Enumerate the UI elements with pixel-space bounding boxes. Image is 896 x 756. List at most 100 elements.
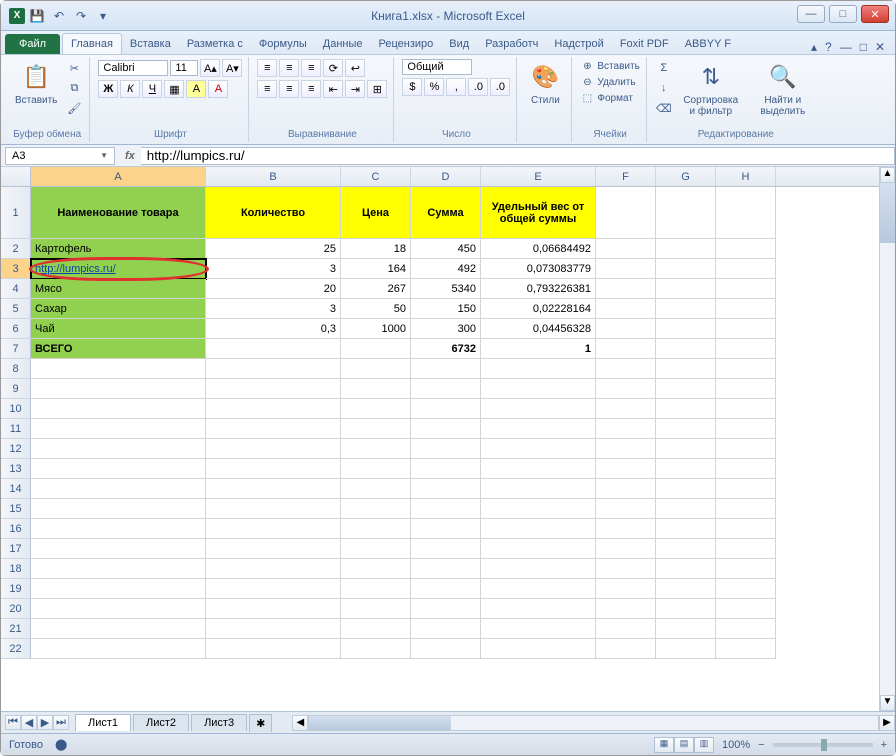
tab-layout[interactable]: Разметка с bbox=[179, 34, 251, 54]
cell[interactable] bbox=[596, 619, 656, 639]
cell[interactable] bbox=[596, 539, 656, 559]
horizontal-scrollbar[interactable]: ◀ ▶ bbox=[292, 715, 895, 731]
cell[interactable] bbox=[481, 539, 596, 559]
row-header[interactable]: 1 bbox=[1, 187, 31, 239]
cell[interactable] bbox=[716, 419, 776, 439]
sheet-next-button[interactable]: ▶ bbox=[37, 715, 53, 730]
cell[interactable] bbox=[596, 419, 656, 439]
cell[interactable] bbox=[656, 399, 716, 419]
insert-cells-button[interactable]: ⊕Вставить bbox=[580, 59, 639, 73]
sort-filter-button[interactable]: ⇅ Сортировка и фильтр bbox=[677, 59, 745, 119]
cell[interactable] bbox=[716, 519, 776, 539]
cell[interactable] bbox=[341, 419, 411, 439]
wrap-text-button[interactable]: ↩ bbox=[345, 59, 365, 77]
row-header[interactable]: 16 bbox=[1, 519, 31, 539]
cell[interactable] bbox=[206, 419, 341, 439]
tab-abbyy[interactable]: ABBYY F bbox=[677, 34, 739, 54]
row-header[interactable]: 11 bbox=[1, 419, 31, 439]
zoom-knob[interactable] bbox=[821, 739, 827, 751]
grow-font-button[interactable]: A▴ bbox=[200, 59, 220, 77]
cell[interactable] bbox=[411, 459, 481, 479]
row-header[interactable]: 20 bbox=[1, 599, 31, 619]
cell[interactable] bbox=[716, 279, 776, 299]
cell[interactable] bbox=[656, 499, 716, 519]
cell[interactable] bbox=[596, 319, 656, 339]
cell[interactable] bbox=[716, 479, 776, 499]
formula-input[interactable] bbox=[141, 147, 895, 165]
cell[interactable]: Сумма bbox=[411, 187, 481, 239]
orientation-button[interactable]: ⟳ bbox=[323, 59, 343, 77]
fx-icon[interactable]: fx bbox=[125, 150, 135, 162]
cell[interactable] bbox=[341, 339, 411, 359]
cell[interactable] bbox=[656, 339, 716, 359]
cell[interactable]: 0,073083779 bbox=[481, 259, 596, 279]
cell[interactable] bbox=[656, 279, 716, 299]
cell[interactable] bbox=[206, 639, 341, 659]
cell[interactable] bbox=[596, 399, 656, 419]
cell[interactable]: 6732 bbox=[411, 339, 481, 359]
hscroll-track[interactable] bbox=[308, 715, 879, 731]
sheet-tab-2[interactable]: Лист2 bbox=[133, 714, 189, 731]
cell[interactable]: Чай bbox=[31, 319, 206, 339]
qat-redo[interactable]: ↷ bbox=[73, 8, 89, 24]
cell[interactable] bbox=[716, 379, 776, 399]
cell[interactable] bbox=[206, 579, 341, 599]
cell[interactable] bbox=[596, 299, 656, 319]
cell[interactable] bbox=[341, 539, 411, 559]
select-all-corner[interactable] bbox=[1, 167, 31, 186]
fill-color-button[interactable]: A bbox=[186, 80, 206, 98]
tab-view[interactable]: Вид bbox=[441, 34, 477, 54]
col-header-e[interactable]: E bbox=[481, 167, 596, 186]
cell[interactable] bbox=[206, 359, 341, 379]
doc-min-icon[interactable]: — bbox=[840, 40, 852, 54]
cell[interactable] bbox=[716, 187, 776, 239]
help-icon[interactable]: ? bbox=[825, 40, 832, 54]
cell[interactable] bbox=[596, 339, 656, 359]
file-tab[interactable]: Файл bbox=[5, 34, 60, 54]
cell[interactable] bbox=[481, 459, 596, 479]
cell[interactable] bbox=[31, 399, 206, 419]
fill-button[interactable]: ↓ bbox=[655, 79, 673, 97]
cell[interactable] bbox=[206, 619, 341, 639]
cell[interactable]: 5340 bbox=[411, 279, 481, 299]
cell[interactable] bbox=[411, 419, 481, 439]
copy-button[interactable]: ⧉ bbox=[65, 79, 83, 97]
minimize-button[interactable]: — bbox=[797, 5, 825, 23]
cell[interactable] bbox=[481, 359, 596, 379]
comma-button[interactable]: , bbox=[446, 78, 466, 96]
cell[interactable] bbox=[411, 359, 481, 379]
cell[interactable] bbox=[656, 479, 716, 499]
cell[interactable] bbox=[481, 559, 596, 579]
col-header-h[interactable]: H bbox=[716, 167, 776, 186]
cell[interactable]: ВСЕГО bbox=[31, 339, 206, 359]
cell[interactable] bbox=[481, 419, 596, 439]
cell[interactable]: 164 bbox=[341, 259, 411, 279]
autosum-button[interactable]: Σ bbox=[655, 59, 673, 77]
cell[interactable] bbox=[656, 419, 716, 439]
cell[interactable] bbox=[481, 479, 596, 499]
cell[interactable] bbox=[716, 239, 776, 259]
cell[interactable]: Цена bbox=[341, 187, 411, 239]
zoom-slider[interactable] bbox=[773, 743, 873, 747]
cell[interactable] bbox=[411, 499, 481, 519]
col-header-a[interactable]: A bbox=[31, 167, 206, 186]
cell[interactable]: Количество bbox=[206, 187, 341, 239]
row-header[interactable]: 7 bbox=[1, 339, 31, 359]
cell[interactable] bbox=[206, 499, 341, 519]
row-header[interactable]: 5 bbox=[1, 299, 31, 319]
cell[interactable] bbox=[341, 519, 411, 539]
tab-home[interactable]: Главная bbox=[62, 33, 122, 54]
cell[interactable] bbox=[716, 599, 776, 619]
cell[interactable] bbox=[31, 479, 206, 499]
cell[interactable] bbox=[411, 519, 481, 539]
cell[interactable]: 25 bbox=[206, 239, 341, 259]
name-box[interactable]: A3 ▼ bbox=[5, 147, 115, 165]
row-header[interactable]: 10 bbox=[1, 399, 31, 419]
tab-review[interactable]: Рецензиро bbox=[371, 34, 442, 54]
cell[interactable] bbox=[596, 519, 656, 539]
cell[interactable]: 20 bbox=[206, 279, 341, 299]
col-header-f[interactable]: F bbox=[596, 167, 656, 186]
italic-button[interactable]: К bbox=[120, 80, 140, 98]
cell[interactable] bbox=[596, 379, 656, 399]
cell[interactable]: 0,04456328 bbox=[481, 319, 596, 339]
